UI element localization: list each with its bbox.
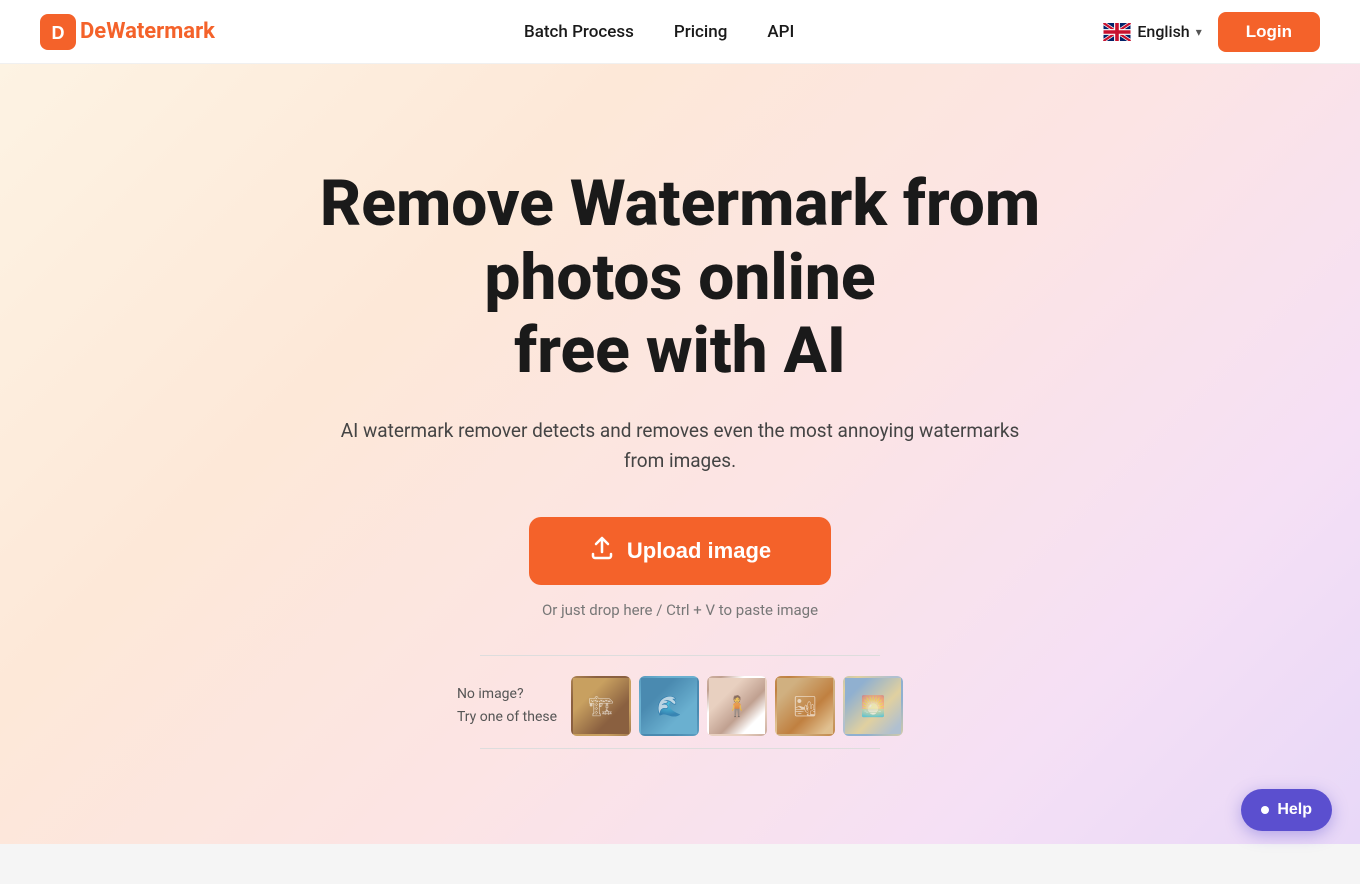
nav-links: Batch Process Pricing API	[524, 22, 794, 42]
sample-thumb-1[interactable]: 🏗	[571, 676, 631, 736]
language-selector[interactable]: English ▾	[1103, 22, 1201, 41]
sample-divider-top	[480, 655, 880, 656]
nav-right: English ▾ Login	[1103, 12, 1320, 52]
uk-flag-icon	[1103, 23, 1131, 41]
logo-icon: D	[40, 14, 76, 50]
upload-label: Upload image	[627, 538, 771, 564]
sample-thumb-5[interactable]: 🌅	[843, 676, 903, 736]
sample-labels: No image? Try one of these	[457, 683, 557, 728]
try-these-label: Try one of these	[457, 706, 557, 728]
nav-batch-process[interactable]: Batch Process	[524, 22, 634, 42]
chevron-down-icon: ▾	[1196, 25, 1202, 39]
sample-divider-bottom	[480, 748, 880, 749]
hero-title: Remove Watermark from photos online free…	[230, 167, 1130, 388]
sample-images: 🏗 🌊 🧍 🏜 🌅	[571, 676, 903, 736]
navbar: D DeWatermark Batch Process Pricing API …	[0, 0, 1360, 64]
nav-api[interactable]: API	[767, 22, 794, 42]
help-label: Help	[1277, 801, 1312, 819]
help-dot-icon	[1261, 806, 1269, 814]
login-button[interactable]: Login	[1218, 12, 1320, 52]
sample-thumb-2[interactable]: 🌊	[639, 676, 699, 736]
sample-thumb-3[interactable]: 🧍	[707, 676, 767, 736]
hero-section: Remove Watermark from photos online free…	[0, 64, 1360, 844]
upload-icon	[589, 535, 615, 567]
bottom-strip	[0, 844, 1360, 884]
hero-subtitle: AI watermark remover detects and removes…	[340, 416, 1020, 477]
logo-text: DeWatermark	[80, 19, 215, 44]
sample-thumb-4[interactable]: 🏜	[775, 676, 835, 736]
lang-label: English	[1137, 22, 1189, 41]
nav-pricing[interactable]: Pricing	[674, 22, 728, 42]
upload-arrow-icon	[589, 535, 615, 561]
help-button[interactable]: Help	[1241, 789, 1332, 831]
drop-hint: Or just drop here / Ctrl + V to paste im…	[542, 601, 818, 619]
upload-image-button[interactable]: Upload image	[529, 517, 831, 585]
svg-text:D: D	[52, 22, 65, 42]
sample-area: No image? Try one of these 🏗 🌊 🧍 🏜 🌅	[457, 676, 903, 736]
no-image-label: No image?	[457, 683, 557, 705]
logo-link[interactable]: D DeWatermark	[40, 14, 215, 50]
